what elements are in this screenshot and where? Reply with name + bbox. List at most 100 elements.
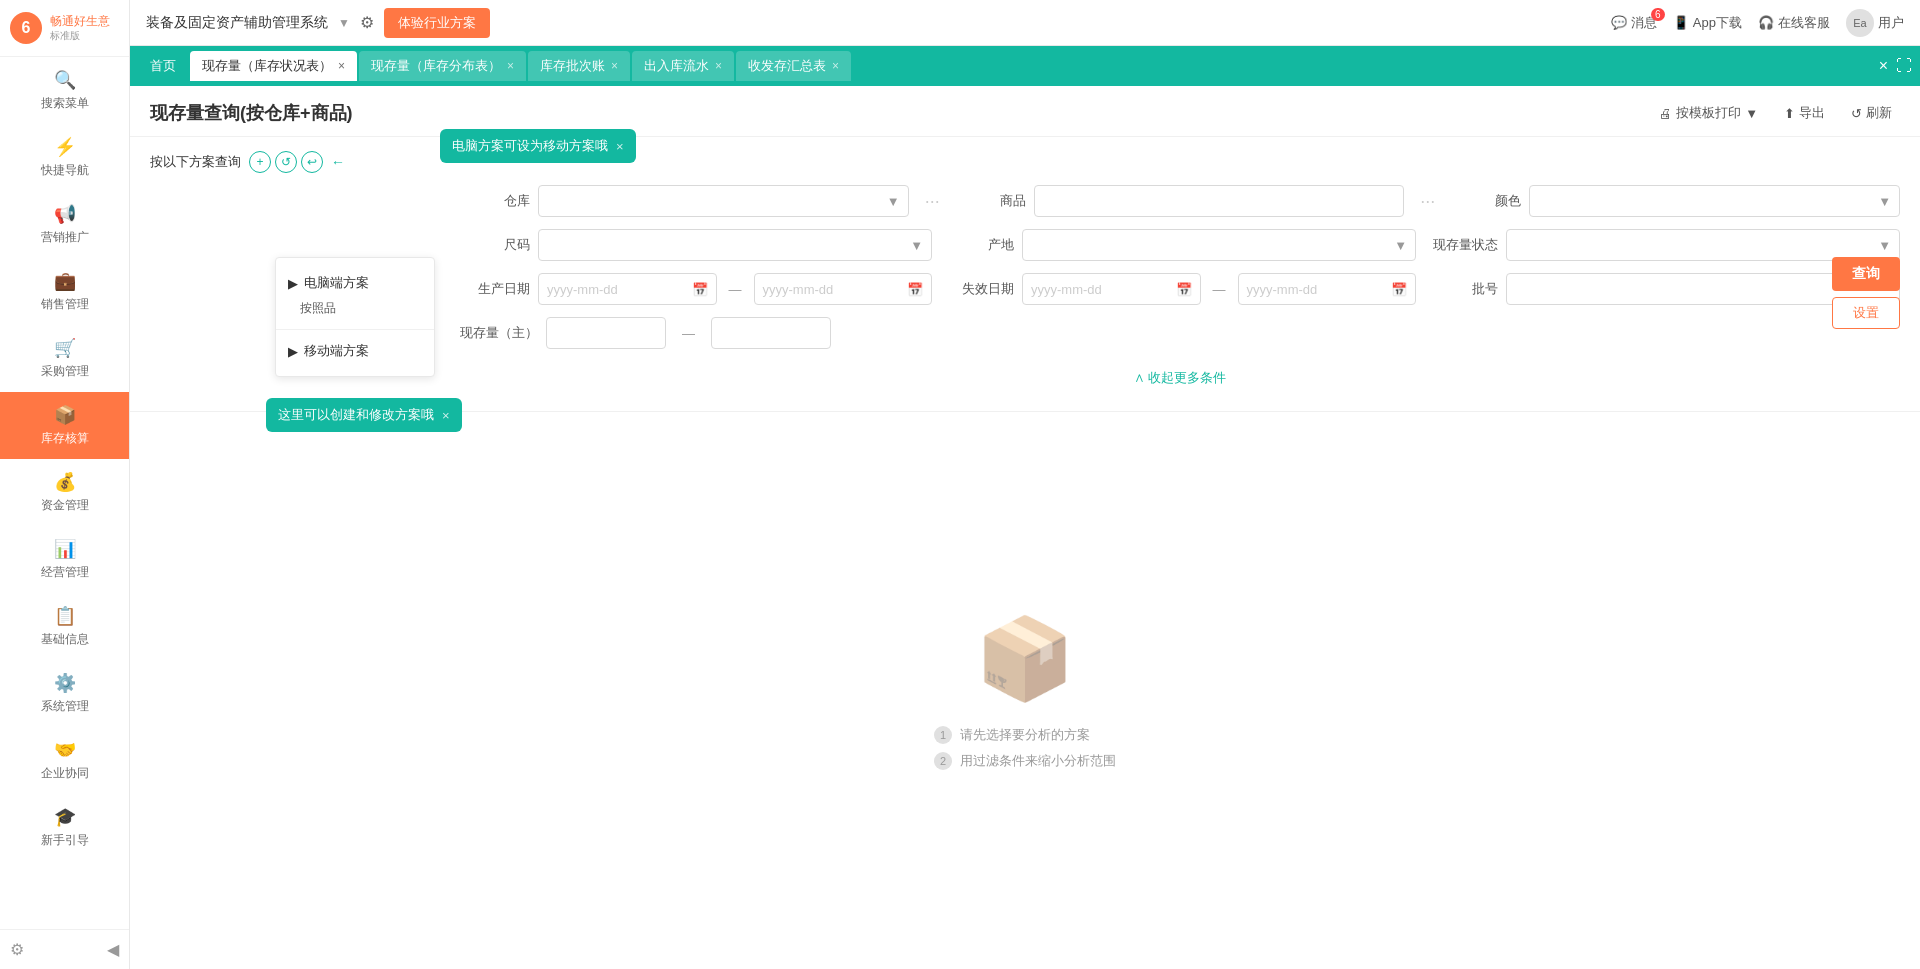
scheme-group-desktop-header[interactable]: ▶ 电脑端方案 (276, 270, 434, 296)
sidebar-item-sales[interactable]: 💼 销售管理 (0, 258, 129, 325)
collapse-more-btn[interactable]: ∧ 收起更多条件 (460, 359, 1900, 397)
sidebar-nav: 🔍 搜索菜单 ⚡ 快捷导航 📢 营销推广 💼 销售管理 🛒 采购管理 📦 (0, 57, 129, 929)
tab-collect-summary-close[interactable]: × (832, 59, 839, 73)
origin-select[interactable]: ▼ (1022, 229, 1416, 261)
filter-field-size: 尺码 ▼ (460, 229, 932, 261)
basic-icon: 📋 (54, 605, 76, 627)
settings-button[interactable]: 设置 (1832, 297, 1900, 329)
sidebar-item-system[interactable]: ⚙️ 系统管理 (0, 660, 129, 727)
goods-select[interactable] (1034, 185, 1405, 217)
expire-date-sep: — (1209, 282, 1230, 297)
tab-inventory-status-label: 现存量（库存状况表） (202, 57, 332, 75)
scheme-item-desktop-1[interactable]: 按照品 (276, 296, 434, 321)
tab-fullscreen-icon[interactable]: ⛶ (1896, 57, 1912, 75)
export-btn[interactable]: ⬆ 导出 (1776, 100, 1833, 126)
page-title: 现存量查询(按仓库+商品) (150, 101, 353, 125)
scheme-divider (276, 329, 434, 330)
chevron-up-icon: ∧ (1134, 370, 1145, 385)
sidebar-item-operations-label: 经营管理 (41, 564, 89, 581)
scheme-group-desktop: ▶ 电脑端方案 按照品 (276, 266, 434, 325)
footer-settings-icon[interactable]: ⚙ (10, 940, 24, 959)
tab-batch-account-close[interactable]: × (611, 59, 618, 73)
sidebar-item-finance[interactable]: 💰 资金管理 (0, 459, 129, 526)
sidebar-item-inventory[interactable]: 📦 库存核算 (0, 392, 129, 459)
filter-reset-btn[interactable]: ↩ (301, 151, 323, 173)
sidebar-item-quick[interactable]: ⚡ 快捷导航 (0, 124, 129, 191)
tooltip2-text: 这里可以创建和修改方案哦 (278, 406, 434, 424)
sidebar-item-guide-label: 新手引导 (41, 832, 89, 849)
tab-inventory-status-close[interactable]: × (338, 59, 345, 73)
footer-collapse-icon[interactable]: ◀ (107, 940, 119, 959)
online-service-item[interactable]: 🎧 在线客服 (1758, 14, 1830, 32)
tooltip2-close[interactable]: × (442, 408, 450, 423)
scheme-group-mobile-label: 移动端方案 (304, 342, 369, 360)
warehouse-more-dots[interactable]: ··· (921, 191, 944, 212)
tab-inventory-dist[interactable]: 现存量（库存分布表） × (359, 51, 526, 81)
filter-row-1: 仓库 ▼ ··· 商品 (460, 185, 1900, 217)
sidebar-item-operations[interactable]: 📊 经营管理 (0, 526, 129, 593)
print-template-label: 按模板打印 (1676, 104, 1741, 122)
produce-date-end[interactable]: yyyy-mm-dd 📅 (754, 273, 933, 305)
logo: 6 畅通好生意 标准版 (0, 0, 129, 57)
topbar-settings-icon[interactable]: ⚙ (360, 13, 374, 32)
stock-qty-label: 现存量（主） (460, 324, 538, 342)
tab-batch-account-label: 库存批次账 (540, 57, 605, 75)
filter-arrow-left[interactable]: ← (331, 154, 345, 170)
size-select[interactable]: ▼ (538, 229, 932, 261)
produce-date-placeholder: yyyy-mm-dd (547, 282, 618, 297)
tab-inventory-dist-close[interactable]: × (507, 59, 514, 73)
tab-batch-account[interactable]: 库存批次账 × (528, 51, 630, 81)
experience-button[interactable]: 体验行业方案 (384, 8, 490, 38)
action-buttons: 查询 设置 (1832, 257, 1900, 329)
online-service-label: 在线客服 (1778, 14, 1830, 32)
filter-row-3: 生产日期 yyyy-mm-dd 📅 — yyyy-mm-dd 📅 (460, 273, 1900, 305)
stock-qty-min[interactable] (546, 317, 666, 349)
page-area: 现存量查询(按仓库+商品) 🖨 按模板打印 ▼ ⬆ 导出 ↺ 刷新 (130, 86, 1920, 969)
sidebar-item-enterprise[interactable]: 🤝 企业协同 (0, 727, 129, 794)
tooltip1-close[interactable]: × (616, 139, 624, 154)
tip-text-2: 用过滤条件来缩小分析范围 (960, 752, 1116, 770)
tab-inout-flow-close[interactable]: × (715, 59, 722, 73)
sidebar-item-basic[interactable]: 📋 基础信息 (0, 593, 129, 660)
expire-date-end[interactable]: yyyy-mm-dd 📅 (1238, 273, 1417, 305)
goods-more-dots[interactable]: ··· (1416, 191, 1439, 212)
tab-close-all-icon[interactable]: × (1879, 57, 1888, 75)
filter-header-label: 按以下方案查询 (150, 153, 241, 171)
sidebar-item-basic-label: 基础信息 (41, 631, 89, 648)
filter-row-2: 尺码 ▼ 产地 ▼ (460, 229, 1900, 261)
color-select[interactable]: ▼ (1529, 185, 1900, 217)
page-actions: 🖨 按模板打印 ▼ ⬆ 导出 ↺ 刷新 (1651, 100, 1900, 126)
app-download-item[interactable]: 📱 App下载 (1673, 14, 1742, 32)
sidebar-item-guide[interactable]: 🎓 新手引导 (0, 794, 129, 861)
filter-field-warehouse: 仓库 ▼ (460, 185, 909, 217)
filter-field-expire-date: 失效日期 yyyy-mm-dd 📅 — yyyy-mm-dd 📅 (944, 273, 1416, 305)
expire-date-start[interactable]: yyyy-mm-dd 📅 (1022, 273, 1201, 305)
sidebar-item-search[interactable]: 🔍 搜索菜单 (0, 57, 129, 124)
filter-refresh-btn[interactable]: ↺ (275, 151, 297, 173)
scheme-group-mobile-header[interactable]: ▶ 移动端方案 (276, 338, 434, 364)
tab-inventory-status[interactable]: 现存量（库存状况表） × (190, 51, 357, 81)
sidebar-item-marketing[interactable]: 📢 营销推广 (0, 191, 129, 258)
message-item[interactable]: 💬 消息 6 (1611, 14, 1657, 32)
tab-collect-summary[interactable]: 收发存汇总表 × (736, 51, 851, 81)
sidebar: 6 畅通好生意 标准版 🔍 搜索菜单 ⚡ 快捷导航 📢 营销推广 💼 销售管理 (0, 0, 130, 969)
produce-date-start[interactable]: yyyy-mm-dd 📅 (538, 273, 717, 305)
warehouse-select[interactable]: ▼ (538, 185, 909, 217)
filter-add-btn[interactable]: + (249, 151, 271, 173)
refresh-btn[interactable]: ↺ 刷新 (1843, 100, 1900, 126)
filter-header-icons: + ↺ ↩ (249, 151, 323, 173)
tab-inout-flow[interactable]: 出入库流水 × (632, 51, 734, 81)
collapse-more-label: 收起更多条件 (1148, 370, 1226, 385)
refresh-label: 刷新 (1866, 104, 1892, 122)
system-dropdown[interactable]: ▼ (338, 16, 350, 30)
stock-qty-max[interactable] (711, 317, 831, 349)
color-label: 颜色 (1451, 192, 1521, 210)
tab-home[interactable]: 首页 (138, 51, 188, 81)
query-button[interactable]: 查询 (1832, 257, 1900, 291)
user-label: 用户 (1878, 14, 1904, 32)
sidebar-item-purchase[interactable]: 🛒 采购管理 (0, 325, 129, 392)
filter-field-stock-qty: 现存量（主） — (460, 317, 1900, 349)
user-item[interactable]: Ea 用户 (1846, 9, 1904, 37)
empty-tip-2: 2 用过滤条件来缩小分析范围 (934, 752, 1116, 770)
print-template-btn[interactable]: 🖨 按模板打印 ▼ (1651, 100, 1766, 126)
